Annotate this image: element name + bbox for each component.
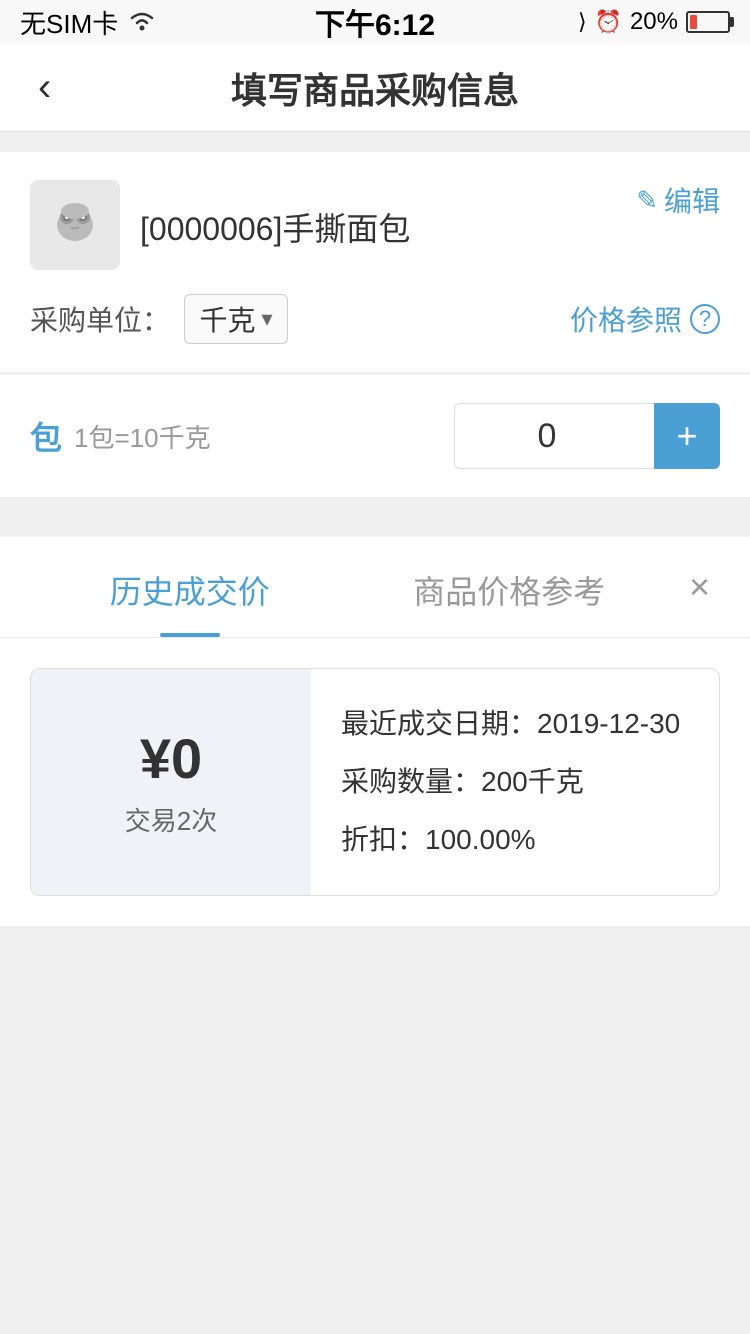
help-icon: ? xyxy=(690,304,720,334)
price-detail-panel: 最近成交日期：2019-12-30 采购数量：200千克 折扣：100.00% xyxy=(311,669,719,895)
edit-label: 编辑 xyxy=(664,180,720,220)
unit-badge: 包 xyxy=(30,413,62,459)
quantity-control: + xyxy=(454,403,720,469)
purchase-qty-label: 采购数量： xyxy=(341,766,481,797)
tab-product-price-ref[interactable]: 商品价格参考 xyxy=(349,537,668,637)
unit-dropdown-icon: ▾ xyxy=(261,306,272,332)
alarm-icon: ⏰ xyxy=(595,9,622,35)
recent-date-row: 最近成交日期：2019-12-30 xyxy=(341,703,689,745)
unit-select-group: 采购单位： 千克 ▾ xyxy=(30,294,288,344)
price-summary-panel: ¥0 交易2次 xyxy=(31,669,311,895)
section-separator xyxy=(0,497,750,517)
quantity-section: 包 1包=10千克 + xyxy=(0,374,750,497)
unit-info: 包 1包=10千克 xyxy=(30,413,211,459)
trade-count: 交易2次 xyxy=(125,801,217,838)
product-name: [0000006]手撕面包 xyxy=(140,204,410,250)
tab-history-price[interactable]: 历史成交价 xyxy=(30,537,349,637)
unit-conversion-label: 1包=10千克 xyxy=(74,418,211,455)
unit-label: 采购单位： xyxy=(30,305,170,336)
unit-select-button[interactable]: 千克 ▾ xyxy=(184,294,287,344)
recent-date-label: 最近成交日期： xyxy=(341,708,537,739)
product-logo-icon xyxy=(45,191,105,260)
discount-value: 100.00% xyxy=(425,824,536,855)
quantity-input[interactable] xyxy=(454,403,654,469)
price-card: ¥0 交易2次 最近成交日期：2019-12-30 采购数量：200千克 折扣：… xyxy=(30,668,720,896)
unit-value: 千克 xyxy=(199,299,255,339)
page-title: 填写商品采购信息 xyxy=(231,62,519,114)
product-header: [0000006]手撕面包 ✎ 编辑 xyxy=(30,180,720,270)
bottom-panel: 历史成交价 商品价格参考 × ¥0 交易2次 最近成交日期：2019-12-30… xyxy=(0,537,750,926)
carrier-text: 无SIM卡 xyxy=(20,4,118,41)
status-time: 下午6:12 xyxy=(315,0,435,44)
quantity-plus-button[interactable]: + xyxy=(654,403,720,469)
back-button[interactable]: ‹ xyxy=(28,55,61,120)
recent-date-value: 2019-12-30 xyxy=(537,708,680,739)
price-value: 0 xyxy=(171,727,202,790)
product-card: [0000006]手撕面包 ✎ 编辑 采购单位： 千克 ▾ 价格参照 ? xyxy=(0,152,750,372)
edit-button[interactable]: ✎ 编辑 xyxy=(636,180,720,220)
battery-percent: 20% xyxy=(630,8,678,36)
product-unit-row: 采购单位： 千克 ▾ 价格参照 ? xyxy=(30,294,720,344)
discount-row: 折扣：100.00% xyxy=(341,819,689,861)
purchase-qty-value: 200千克 xyxy=(481,766,584,797)
tab-close-button[interactable]: × xyxy=(679,556,720,618)
price-ref-label: 价格参照 xyxy=(570,299,682,339)
tabs-row: 历史成交价 商品价格参考 × xyxy=(0,537,750,638)
product-info: [0000006]手撕面包 xyxy=(30,180,410,270)
price-amount-display: ¥0 xyxy=(140,726,202,791)
wifi-icon xyxy=(128,7,156,38)
location-icon: ⟩ xyxy=(578,9,587,35)
purchase-qty-row: 采购数量：200千克 xyxy=(341,761,689,803)
status-right: ⟩ ⏰ 20% xyxy=(578,8,730,36)
status-left: 无SIM卡 xyxy=(20,4,156,41)
currency-symbol: ¥ xyxy=(140,727,171,790)
quantity-row: 包 1包=10千克 + xyxy=(30,375,720,497)
price-reference-button[interactable]: 价格参照 ? xyxy=(570,299,720,339)
history-price-content: ¥0 交易2次 最近成交日期：2019-12-30 采购数量：200千克 折扣：… xyxy=(0,638,750,926)
product-thumbnail xyxy=(30,180,120,270)
status-bar: 无SIM卡 下午6:12 ⟩ ⏰ 20% xyxy=(0,0,750,44)
battery-icon xyxy=(686,8,730,36)
edit-icon: ✎ xyxy=(636,185,658,216)
discount-label: 折扣： xyxy=(341,824,425,855)
nav-bar: ‹ 填写商品采购信息 xyxy=(0,44,750,132)
